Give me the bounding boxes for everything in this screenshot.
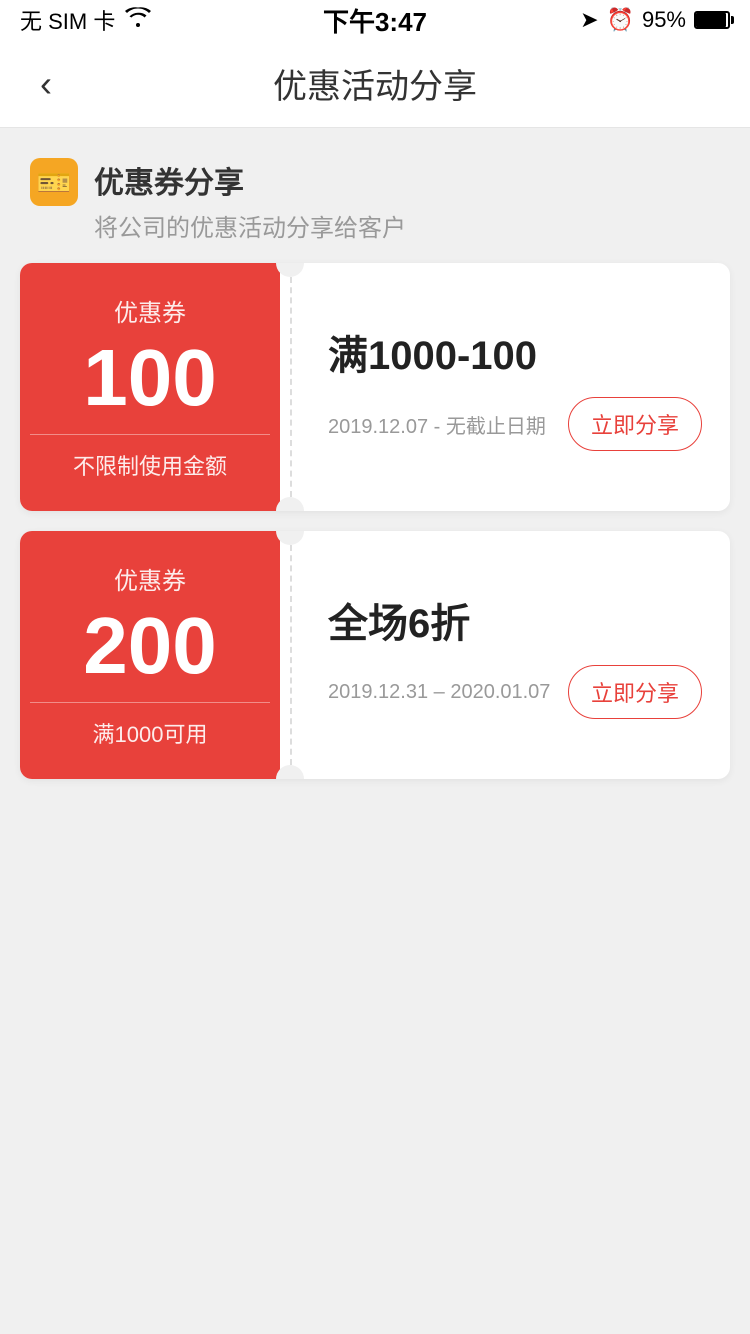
coupon-label-1: 优惠券	[114, 293, 186, 328]
coupon-name-1: 满1000-100	[328, 323, 702, 381]
location-icon: ➤	[580, 7, 598, 33]
section-text-block: 优惠券分享 将公司的优惠活动分享给客户	[94, 158, 406, 243]
coupon-condition-2: 满1000可用	[93, 717, 208, 749]
carrier-text: 无 SIM 卡	[20, 4, 115, 36]
coupon-left-2: 优惠券 200 满1000可用	[20, 531, 280, 779]
coupon-date-1: 2019.12.07 - 无截止日期	[328, 410, 546, 439]
coupon-name-2: 全场6折	[328, 591, 702, 649]
coupon-right-2: 全场6折 2019.12.31 – 2020.01.07 立即分享	[300, 531, 730, 779]
coupon-amount-2: 200	[83, 606, 216, 686]
coupon-condition-1: 不限制使用金额	[73, 449, 227, 481]
section-icon: 🎫	[30, 158, 78, 206]
bottom-space	[0, 779, 750, 1279]
share-button-2[interactable]: 立即分享	[568, 665, 702, 719]
coupon-label-2: 优惠券	[114, 561, 186, 596]
coupon-right-1: 满1000-100 2019.12.07 - 无截止日期 立即分享	[300, 263, 730, 511]
page-title: 优惠活动分享	[273, 59, 477, 108]
back-button[interactable]: ‹	[30, 53, 62, 115]
coupon-bottom-2: 2019.12.31 – 2020.01.07 立即分享	[328, 665, 702, 719]
section-subtitle: 将公司的优惠活动分享给客户	[94, 208, 406, 243]
status-left: 无 SIM 卡	[20, 4, 151, 36]
coupon-emoji-icon: 🎫	[37, 166, 72, 199]
status-time: 下午3:47	[323, 2, 427, 39]
alarm-icon: ⏰	[607, 7, 634, 33]
share-button-1[interactable]: 立即分享	[568, 397, 702, 451]
section-header: 🎫 优惠券分享 将公司的优惠活动分享给客户	[0, 128, 750, 263]
battery-icon	[694, 11, 730, 29]
status-bar: 无 SIM 卡 下午3:47 ➤ ⏰ 95%	[0, 0, 750, 40]
coupon-bottom-1: 2019.12.07 - 无截止日期 立即分享	[328, 397, 702, 451]
wifi-icon	[125, 7, 151, 33]
coupon-card-1: 优惠券 100 不限制使用金额 满1000-100 2019.12.07 - 无…	[20, 263, 730, 511]
coupon-list: 优惠券 100 不限制使用金额 满1000-100 2019.12.07 - 无…	[0, 263, 750, 779]
nav-bar: ‹ 优惠活动分享	[0, 40, 750, 128]
status-right: ➤ ⏰ 95%	[580, 7, 730, 33]
coupon-date-2: 2019.12.31 – 2020.01.07	[328, 681, 550, 704]
section-title: 优惠券分享	[94, 158, 406, 202]
battery-text: 95%	[642, 7, 686, 33]
coupon-left-1: 优惠券 100 不限制使用金额	[20, 263, 280, 511]
coupon-card-2: 优惠券 200 满1000可用 全场6折 2019.12.31 – 2020.0…	[20, 531, 730, 779]
coupon-amount-1: 100	[83, 338, 216, 418]
